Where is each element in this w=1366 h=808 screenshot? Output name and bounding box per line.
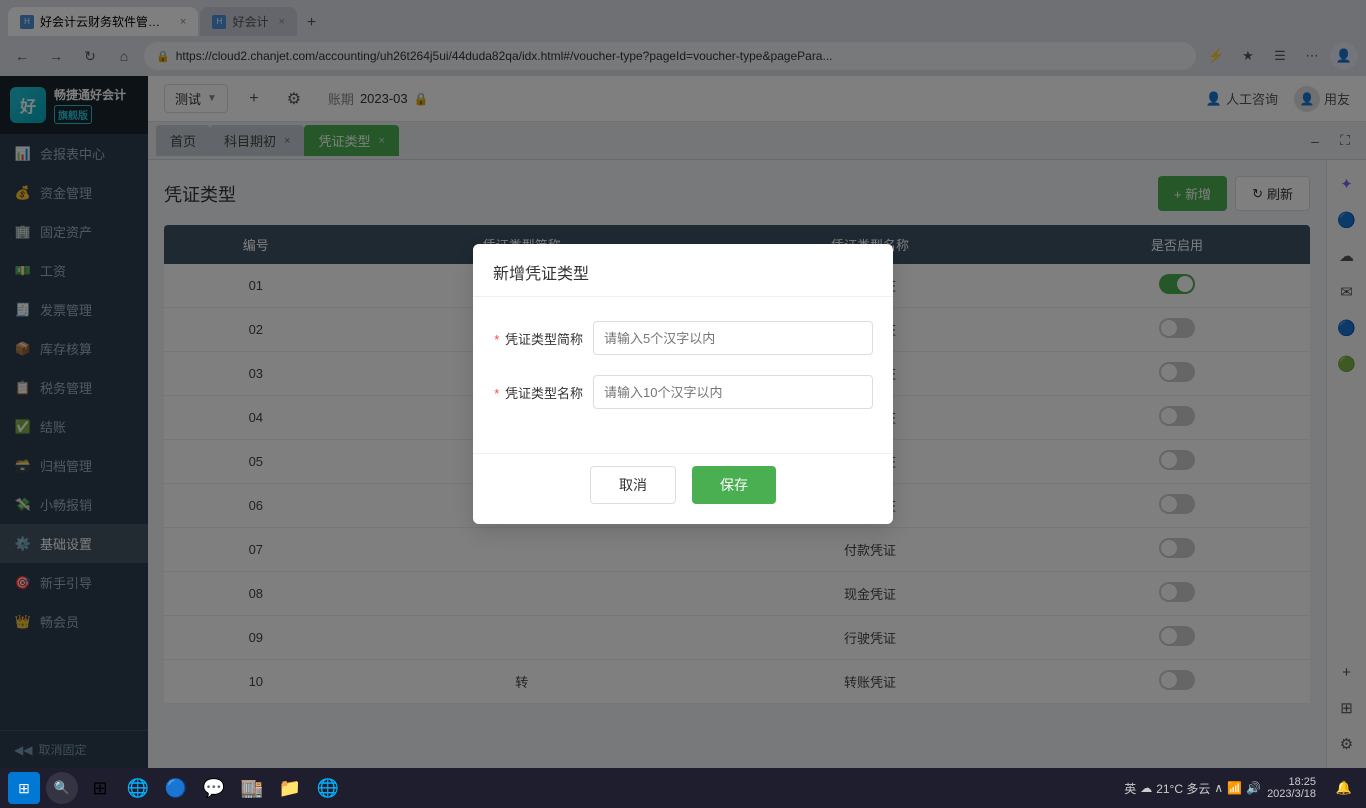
taskbar-icon-edge[interactable]: 🌐 — [122, 772, 154, 804]
name-label-text: 凭证类型名称 — [505, 386, 583, 401]
taskbar-sys: 英 ☁ 21°C 多云 ∧ 📶 🔊 — [1124, 780, 1261, 797]
date-value: 2023/3/18 — [1267, 788, 1316, 800]
taskbar-search-button[interactable]: 🔍 — [46, 772, 78, 804]
taskbar: ⊞ 🔍 ⊞ 🌐 🔵 💬 🏬 📁 🌐 英 ☁ 21°C 多云 ∧ 📶 🔊 18:2… — [0, 768, 1366, 808]
modal-dialog: 新增凭证类型 * 凭证类型简称 * 凭证类型名称 取消 保存 — [473, 244, 893, 524]
taskbar-icon-1[interactable]: ⊞ — [84, 772, 116, 804]
required-star-abbr: * — [494, 332, 499, 347]
taskbar-icon-folder[interactable]: 📁 — [274, 772, 306, 804]
taskbar-icon-wechat[interactable]: 💬 — [198, 772, 230, 804]
time-value: 18:25 — [1288, 776, 1316, 788]
name-label: * 凭证类型名称 — [493, 383, 583, 402]
modal-title: 新增凭证类型 — [493, 266, 589, 283]
taskbar-sound-icon[interactable]: 🔊 — [1246, 781, 1261, 795]
taskbar-icon-msedge[interactable]: 🌐 — [312, 772, 344, 804]
taskbar-icon-chrome[interactable]: 🔵 — [160, 772, 192, 804]
taskbar-time[interactable]: 18:25 2023/3/18 — [1267, 776, 1316, 800]
abbr-label-text: 凭证类型简称 — [505, 332, 583, 347]
taskbar-lang: 英 — [1124, 780, 1136, 797]
save-button[interactable]: 保存 — [692, 466, 776, 504]
taskbar-weather: ☁ — [1140, 781, 1152, 795]
cancel-button[interactable]: 取消 — [590, 466, 676, 504]
form-row-name: * 凭证类型名称 — [493, 375, 873, 409]
modal-overlay: 新增凭证类型 * 凭证类型简称 * 凭证类型名称 取消 保存 — [0, 0, 1366, 768]
name-input[interactable] — [593, 375, 873, 409]
taskbar-notify-button[interactable]: 🔔 — [1330, 774, 1358, 802]
taskbar-weather-text: 21°C 多云 — [1156, 780, 1210, 797]
modal-footer: 取消 保存 — [473, 453, 893, 524]
modal-body: * 凭证类型简称 * 凭证类型名称 — [473, 297, 893, 453]
taskbar-caret-icon[interactable]: ∧ — [1214, 781, 1223, 795]
start-button[interactable]: ⊞ — [8, 772, 40, 804]
form-row-abbr: * 凭证类型简称 — [493, 321, 873, 355]
taskbar-signal-icon: 📶 — [1227, 781, 1242, 795]
modal-header: 新增凭证类型 — [473, 244, 893, 297]
required-star-name: * — [494, 386, 499, 401]
taskbar-icon-store[interactable]: 🏬 — [236, 772, 268, 804]
abbr-input[interactable] — [593, 321, 873, 355]
abbr-label: * 凭证类型简称 — [493, 329, 583, 348]
